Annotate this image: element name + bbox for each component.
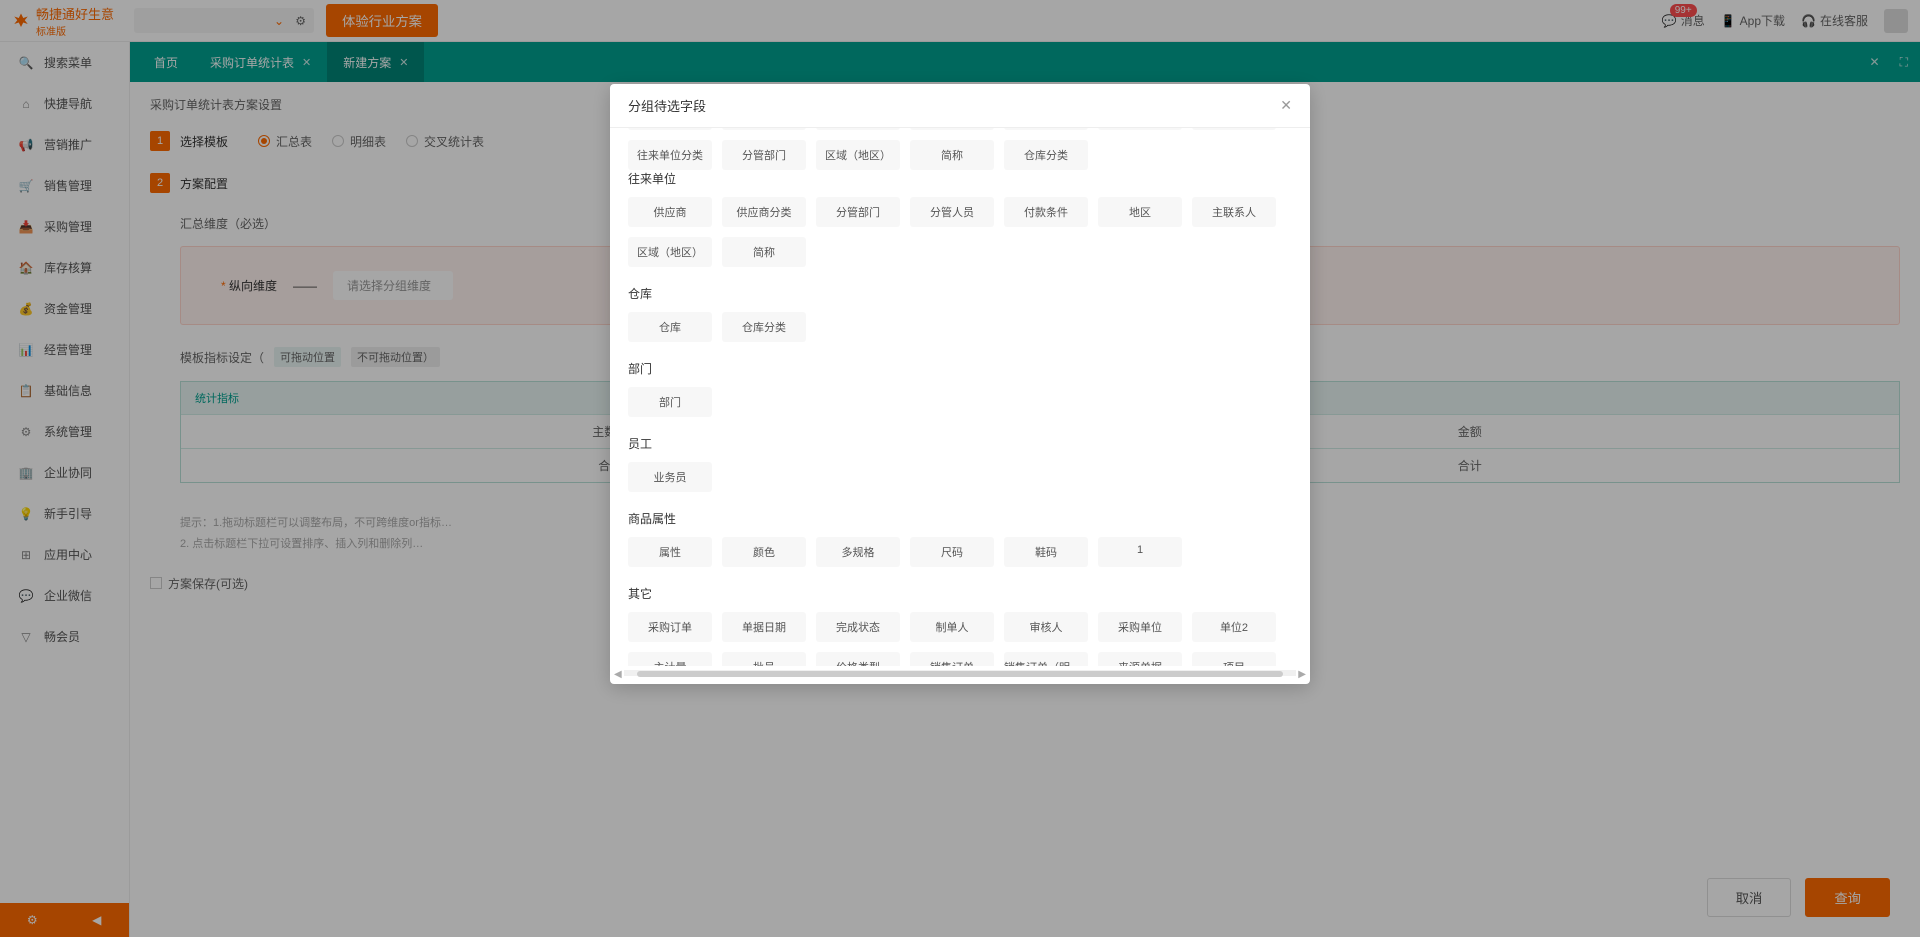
field-chip[interactable]: 采购订单 — [628, 612, 712, 642]
field-selector-modal: 分组待选字段 ✕ 商品别名拣货积分税收分类编码主联系人结算单位收付款条件分管人员… — [610, 84, 1310, 684]
field-chip[interactable]: 部门 — [628, 387, 712, 417]
horizontal-scrollbar[interactable]: ◀ ▶ — [624, 670, 1296, 676]
modal-overlay[interactable]: 分组待选字段 ✕ 商品别名拣货积分税收分类编码主联系人结算单位收付款条件分管人员… — [0, 0, 1920, 937]
field-chip[interactable]: 付款条件 — [1004, 197, 1088, 227]
field-group-label: 商品属性 — [628, 510, 1292, 527]
scroll-left-icon[interactable]: ◀ — [614, 669, 622, 680]
field-group-label: 其它 — [628, 585, 1292, 602]
field-chip[interactable]: 分管人员 — [1192, 128, 1276, 130]
field-group-label: 员工 — [628, 435, 1292, 452]
field-chip[interactable]: 仓库 — [628, 312, 712, 342]
field-chip[interactable]: 分管人员 — [910, 197, 994, 227]
field-chip[interactable]: 完成状态 — [816, 612, 900, 642]
field-chip[interactable]: 销售订单（明细） — [1004, 652, 1088, 666]
field-chip[interactable]: 简称 — [722, 237, 806, 267]
field-chip[interactable]: 区域（地区） — [628, 237, 712, 267]
field-chip[interactable]: 尺码 — [910, 537, 994, 567]
field-chip[interactable]: 税收分类编码 — [816, 128, 900, 130]
field-chip[interactable]: 往来单位分类 — [628, 140, 712, 170]
field-chip[interactable]: 多规格 — [816, 537, 900, 567]
field-chip[interactable]: 单位2 — [1192, 612, 1276, 642]
field-group-label: 部门 — [628, 360, 1292, 377]
field-chip[interactable]: 区域（地区） — [816, 140, 900, 170]
field-chip[interactable]: 主联系人 — [910, 128, 994, 130]
field-chip[interactable]: 来源单据 — [1098, 652, 1182, 666]
field-group-label: 往来单位 — [628, 170, 1292, 187]
field-chip[interactable]: 地区 — [1098, 197, 1182, 227]
field-chip[interactable]: 简称 — [910, 140, 994, 170]
field-chip[interactable]: 制单人 — [910, 612, 994, 642]
field-chip[interactable]: 主联系人 — [1192, 197, 1276, 227]
field-chip[interactable]: 销售订单 — [910, 652, 994, 666]
field-chip[interactable]: 供应商 — [628, 197, 712, 227]
scrollbar-thumb[interactable] — [637, 671, 1282, 677]
field-chip[interactable]: 价格类型 — [816, 652, 900, 666]
field-chip[interactable]: 仓库分类 — [722, 312, 806, 342]
field-chip[interactable]: 审核人 — [1004, 612, 1088, 642]
modal-title: 分组待选字段 — [628, 96, 706, 115]
field-chip[interactable]: 仓库分类 — [1004, 140, 1088, 170]
field-chip[interactable]: 拣货积分 — [722, 128, 806, 130]
scroll-right-icon[interactable]: ▶ — [1298, 669, 1306, 680]
field-chip[interactable]: 属性 — [628, 537, 712, 567]
field-chip[interactable]: 采购单位 — [1098, 612, 1182, 642]
field-chip[interactable]: 单据日期 — [722, 612, 806, 642]
field-chip[interactable]: 商品别名 — [628, 128, 712, 130]
field-chip[interactable]: 收付款条件 — [1098, 128, 1182, 130]
field-chip[interactable]: 主计量 — [628, 652, 712, 666]
field-chip[interactable]: 鞋码 — [1004, 537, 1088, 567]
field-chip[interactable]: 1 — [1098, 537, 1182, 567]
field-chip[interactable]: 项目 — [1192, 652, 1276, 666]
field-chip[interactable]: 供应商分类 — [722, 197, 806, 227]
field-group-label: 仓库 — [628, 285, 1292, 302]
field-chip[interactable]: 结算单位 — [1004, 128, 1088, 130]
field-chip[interactable]: 批号 — [722, 652, 806, 666]
field-chip[interactable]: 业务员 — [628, 462, 712, 492]
field-chip[interactable]: 分管部门 — [722, 140, 806, 170]
modal-close-button[interactable]: ✕ — [1280, 97, 1292, 114]
field-chip[interactable]: 分管部门 — [816, 197, 900, 227]
field-chip[interactable]: 颜色 — [722, 537, 806, 567]
